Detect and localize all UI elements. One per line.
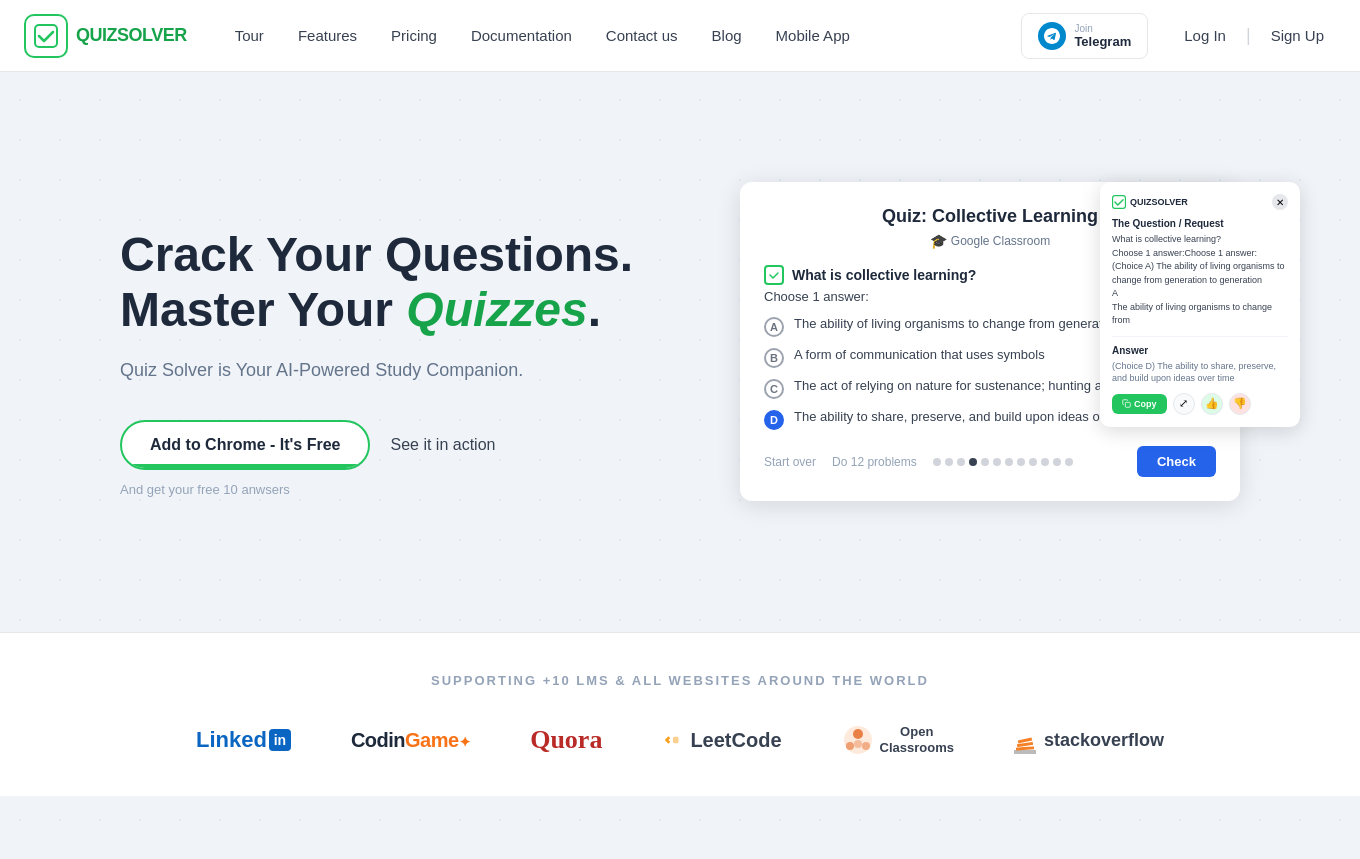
navbar: QUIZSOLVER Tour Features Pricing Documen… [0,0,1360,72]
panel-logo: QUIZSOLVER [1112,195,1188,209]
dot-3 [957,458,965,466]
openclassrooms-logo: OpenClassrooms [842,724,954,756]
dot-8 [1017,458,1025,466]
dot-7 [1005,458,1013,466]
logos-row: Linked in CodinGame✦ Quora LeetCode [80,724,1280,756]
leetcode-logo: LeetCode [662,729,781,752]
option-text-b: A form of communication that uses symbol… [794,347,1045,362]
panel-header: QUIZSOLVER ✕ [1112,194,1288,210]
expand-button[interactable]: ⤢ [1173,393,1195,415]
quiz-footer-left: Start over Do 12 problems [764,455,1073,469]
supporting-title: SUPPORTING +10 LMS & ALL WEBSITES AROUND… [80,673,1280,688]
telegram-label-group: Join Telegram [1074,23,1131,49]
nav-pricing[interactable]: Pricing [375,19,453,52]
nav-divider: | [1246,25,1251,46]
svg-point-7 [854,740,862,748]
hero-subtitle: Quiz Solver is Your AI-Powered Study Com… [120,357,640,384]
quiz-footer: Start over Do 12 problems [764,446,1216,477]
copy-label: Copy [1134,399,1157,409]
check-button[interactable]: Check [1137,446,1216,477]
signup-link[interactable]: Sign Up [1259,19,1336,52]
dislike-button[interactable]: 👎 [1229,393,1251,415]
logo[interactable]: QUIZSOLVER [24,14,187,58]
svg-point-6 [862,742,870,750]
dot-9 [1029,458,1037,466]
dot-4 [969,458,977,466]
linkedin-logo: Linked in [196,727,291,753]
hero-note: And get your free 10 anwsers [120,482,640,497]
svg-point-5 [846,742,854,750]
dot-5 [981,458,989,466]
stackoverflow-logo: stackoverflow [1014,726,1164,754]
start-over-link[interactable]: Start over [764,455,816,469]
see-in-action-button[interactable]: See it in action [390,436,495,454]
panel-question-section-title: The Question / Request [1112,218,1288,229]
nav-features[interactable]: Features [282,19,373,52]
hero-title: Crack Your Questions. Master Your Quizze… [120,227,640,337]
quora-logo: Quora [530,725,602,755]
quiz-check-icon [764,265,784,285]
telegram-icon [1038,22,1066,50]
supporting-section: SUPPORTING +10 LMS & ALL WEBSITES AROUND… [0,632,1360,796]
hero-buttons: Add to Chrome - It's Free See it in acti… [120,420,640,470]
google-classroom-icon: 🎓 [930,233,947,249]
panel-logo-text: QUIZSOLVER [1130,197,1188,207]
logo-icon [24,14,68,58]
option-circle-c: C [764,379,784,399]
telegram-button[interactable]: Join Telegram [1021,13,1148,59]
option-circle-a: A [764,317,784,337]
quiz-dots [933,458,1073,466]
dot-12 [1065,458,1073,466]
panel-answer-text: (Choice D) The ability to share, preserv… [1112,360,1288,385]
svg-rect-2 [1125,403,1130,408]
logo-text: QUIZSOLVER [76,25,187,46]
dot-6 [993,458,1001,466]
dot-1 [933,458,941,466]
login-link[interactable]: Log In [1172,19,1238,52]
hero-section: Crack Your Questions. Master Your Quizze… [0,72,1360,632]
hero-right: Quiz: Collective Learning 🎓 Google Class… [700,182,1280,542]
panel-actions: Copy ⤢ 👍 👎 [1112,393,1288,415]
svg-point-4 [853,729,863,739]
nav-tour[interactable]: Tour [219,19,280,52]
hero-left: Crack Your Questions. Master Your Quizze… [120,227,640,497]
dot-10 [1041,458,1049,466]
dot-11 [1053,458,1061,466]
dot-2 [945,458,953,466]
option-text-d: The ability to share, preserve, and buil… [794,409,1146,424]
option-circle-d: D [764,410,784,430]
nav-blog[interactable]: Blog [696,19,758,52]
solver-panel: QUIZSOLVER ✕ The Question / Request What… [1100,182,1300,427]
like-button[interactable]: 👍 [1201,393,1223,415]
codingame-logo: CodinGame✦ [351,729,470,752]
nav-mobile[interactable]: Mobile App [760,19,866,52]
nav-contact[interactable]: Contact us [590,19,694,52]
nav-links: Tour Features Pricing Documentation Cont… [219,19,1022,52]
add-to-chrome-button[interactable]: Add to Chrome - It's Free [120,420,370,470]
nav-documentation[interactable]: Documentation [455,19,588,52]
option-circle-b: B [764,348,784,368]
copy-button[interactable]: Copy [1112,394,1167,414]
do-problems-label: Do 12 problems [832,455,917,469]
panel-close-button[interactable]: ✕ [1272,194,1288,210]
nav-auth: Log In | Sign Up [1172,19,1336,52]
panel-answer-title: Answer [1112,345,1288,356]
panel-question-content: What is collective learning?Choose 1 ans… [1112,233,1288,337]
